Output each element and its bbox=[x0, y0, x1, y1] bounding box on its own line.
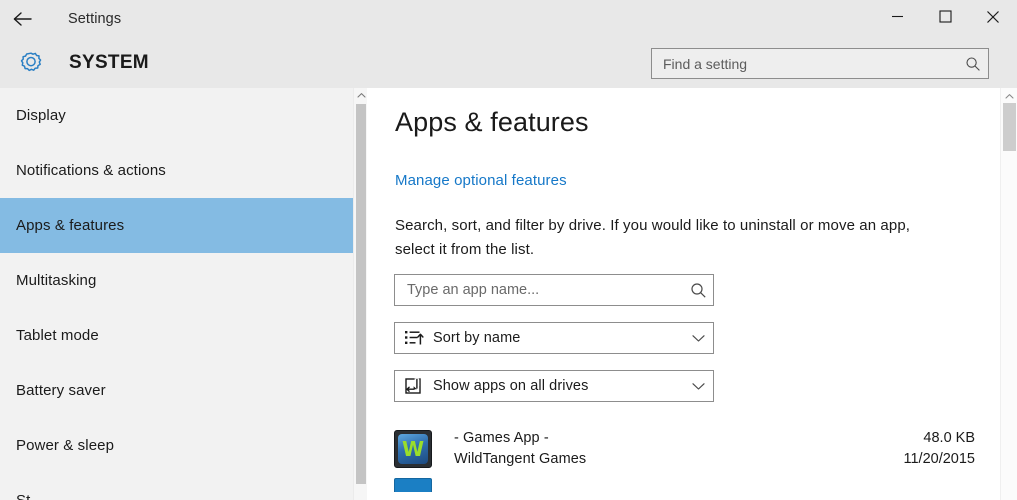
search-icon[interactable] bbox=[683, 282, 713, 299]
scrollbar-thumb[interactable] bbox=[356, 104, 366, 484]
sidebar-item-label: Tablet mode bbox=[16, 327, 99, 344]
chevron-up-icon bbox=[1005, 87, 1014, 105]
sidebar-item-battery-saver[interactable]: Battery saver bbox=[0, 363, 353, 418]
search-icon[interactable] bbox=[958, 56, 988, 72]
window-controls bbox=[873, 0, 1017, 38]
gear-icon bbox=[0, 49, 62, 77]
sidebar-item-storage[interactable]: St bbox=[0, 473, 353, 500]
scroll-up-button[interactable] bbox=[1001, 88, 1017, 103]
find-setting-box[interactable] bbox=[651, 48, 989, 79]
chevron-down-icon[interactable] bbox=[683, 382, 713, 391]
back-arrow-icon bbox=[12, 11, 34, 27]
title-bar: Settings bbox=[0, 0, 1017, 38]
sidebar-item-label: Power & sleep bbox=[16, 437, 115, 454]
page-title: Apps & features bbox=[395, 107, 589, 137]
app-size: 48.0 KB bbox=[923, 430, 975, 446]
maximize-icon bbox=[938, 10, 952, 28]
sort-list-icon bbox=[395, 329, 433, 347]
page-header-title: SYSTEM bbox=[69, 52, 149, 73]
find-setting-input[interactable] bbox=[652, 55, 958, 72]
app-publisher: WildTangent Games bbox=[454, 451, 587, 467]
drives-dropdown[interactable]: Show apps on all drives bbox=[394, 370, 714, 402]
sidebar-item-notifications-actions[interactable]: Notifications & actions bbox=[0, 143, 353, 198]
sort-dropdown[interactable]: Sort by name bbox=[394, 322, 714, 354]
list-item[interactable] bbox=[394, 478, 979, 492]
sidebar-item-display[interactable]: Display bbox=[0, 88, 353, 143]
sidebar-item-label: Apps & features bbox=[16, 217, 125, 234]
app-info: - Games App - WildTangent Games bbox=[454, 428, 904, 470]
minimize-icon bbox=[891, 10, 904, 28]
sidebar-item-tablet-mode[interactable]: Tablet mode bbox=[0, 308, 353, 363]
sidebar-item-label: St bbox=[16, 492, 30, 500]
wildtangent-icon: W bbox=[394, 430, 432, 468]
sidebar-item-label: Notifications & actions bbox=[16, 162, 166, 179]
sort-dropdown-label: Sort by name bbox=[433, 330, 521, 346]
chevron-up-icon bbox=[356, 86, 366, 104]
scroll-up-button[interactable] bbox=[354, 88, 368, 102]
sidebar-item-label: Display bbox=[16, 107, 66, 124]
minimize-button[interactable] bbox=[873, 0, 921, 38]
window-title: Settings bbox=[68, 11, 122, 27]
apps-list: W - Games App - WildTangent Games 48.0 K… bbox=[394, 420, 979, 492]
scrollbar-thumb[interactable] bbox=[1003, 103, 1016, 151]
app-search-input[interactable] bbox=[395, 282, 683, 298]
app-install-date: 11/20/2015 bbox=[903, 451, 976, 467]
sidebar-item-multitasking[interactable]: Multitasking bbox=[0, 253, 353, 308]
settings-sidebar: Display Notifications & actions Apps & f… bbox=[0, 88, 353, 500]
app-name: - Games App - bbox=[454, 430, 549, 446]
app-icon bbox=[394, 478, 432, 492]
maximize-button[interactable] bbox=[921, 0, 969, 38]
list-item[interactable]: W - Games App - WildTangent Games 48.0 K… bbox=[394, 420, 979, 478]
page-description: Search, sort, and filter by drive. If yo… bbox=[395, 217, 911, 258]
sidebar-item-power-sleep[interactable]: Power & sleep bbox=[0, 418, 353, 473]
sidebar-scrollbar[interactable] bbox=[353, 88, 367, 500]
content-scrollbar[interactable] bbox=[1000, 88, 1017, 500]
app-search-box[interactable] bbox=[394, 274, 714, 306]
drives-dropdown-label: Show apps on all drives bbox=[433, 378, 589, 394]
chevron-down-icon[interactable] bbox=[683, 334, 713, 343]
settings-window: Settings SYSTEM Find a setting Display N… bbox=[0, 0, 1017, 500]
app-details: 48.0 KB 11/20/2015 bbox=[904, 428, 980, 470]
manage-optional-features-link[interactable]: Manage optional features bbox=[395, 172, 567, 189]
sidebar-item-label: Battery saver bbox=[16, 382, 106, 399]
sidebar-item-apps-features[interactable]: Apps & features bbox=[0, 198, 353, 253]
back-button[interactable] bbox=[0, 0, 46, 38]
close-icon bbox=[986, 10, 1000, 29]
drive-move-icon bbox=[395, 377, 433, 396]
close-button[interactable] bbox=[969, 0, 1017, 38]
page-header: SYSTEM bbox=[0, 38, 1017, 88]
sidebar-item-label: Multitasking bbox=[16, 272, 97, 289]
main-content: Apps & features Manage optional features… bbox=[368, 88, 1000, 500]
